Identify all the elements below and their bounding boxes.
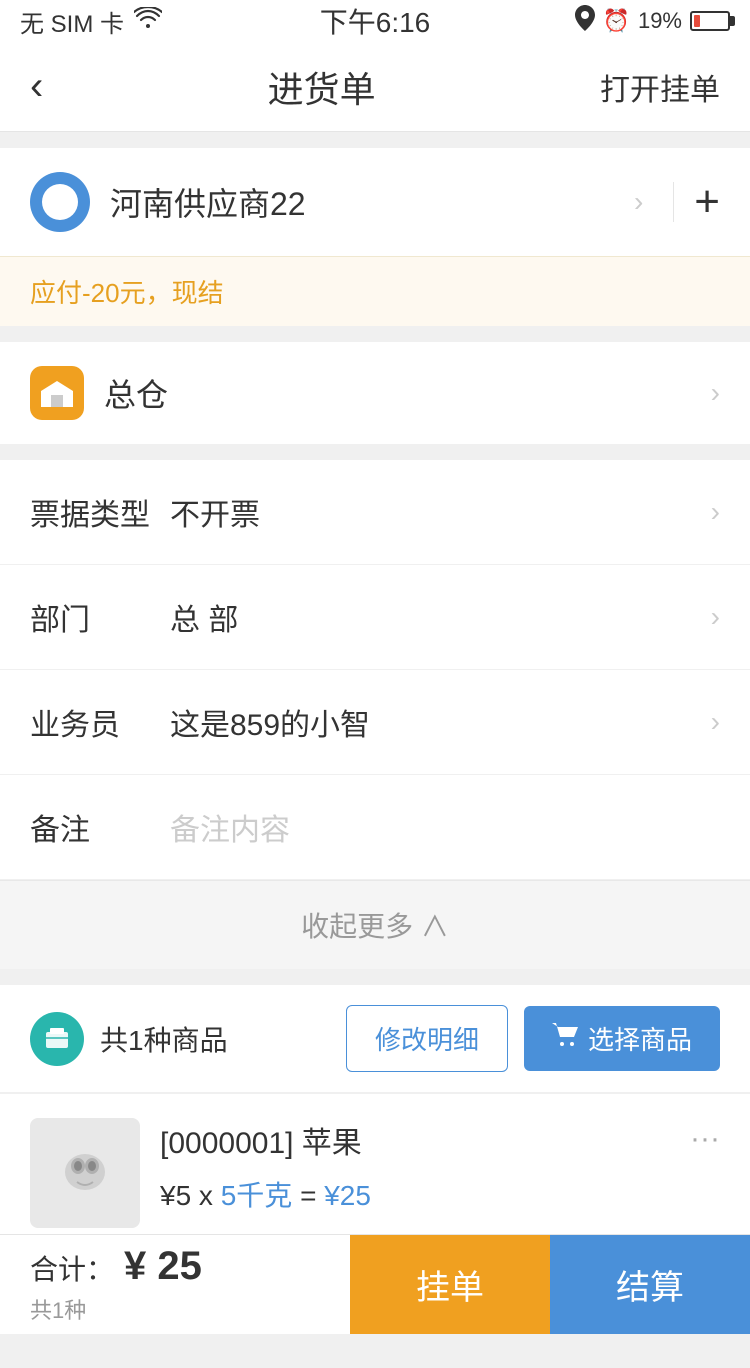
salesperson-row[interactable]: 业务员 这是859的小智 › [0,670,750,775]
product-price: ¥5 x 5千克 = ¥25 [160,1174,670,1214]
back-button[interactable]: ‹ [30,64,43,109]
supplier-section: 河南供应商22 › + 应付-20元，现结 [0,148,750,326]
remark-value: 备注内容 [170,805,720,849]
invoice-type-row[interactable]: 票据类型 不开票 › [0,460,750,565]
hang-button[interactable]: 挂单 [350,1235,550,1334]
collapse-label: 收起更多 ∧ [301,911,449,942]
footer-bar: 合计： ¥ 25 共1种 挂单 结算 [0,1234,750,1334]
warehouse-section: 总仓 › [0,342,750,444]
add-supplier-button[interactable]: + [694,177,720,227]
supplier-avatar [30,172,90,232]
info-banner-text: 应付-20元，现结 [30,278,224,308]
total-price: ¥25 [324,1180,371,1211]
status-time: 下午6:16 [320,1,431,41]
warehouse-name: 总仓 [104,370,711,416]
warehouse-icon [30,366,84,420]
product-icon [30,1012,84,1066]
hang-label: 挂单 [416,1260,484,1309]
info-banner: 应付-20元，现结 [0,256,750,326]
select-product-label: 选择商品 [588,1020,692,1057]
remark-row[interactable]: 备注 备注内容 [0,775,750,880]
battery-icon [690,11,730,31]
carrier-label: 无 SIM 卡 [20,4,124,39]
owl-icon [55,1138,115,1208]
supplier-divider [673,182,674,222]
products-section: 共1种商品 修改明细 选择商品 [000 [0,985,750,1252]
collapse-button[interactable]: 收起更多 ∧ [0,880,750,969]
status-right: ⏰ 19% [575,5,730,37]
checkout-label: 结算 [616,1260,684,1309]
wifi-icon [134,7,162,36]
department-row[interactable]: 部门 总 部 › [0,565,750,670]
page-title: 进货单 [268,61,376,113]
department-arrow-icon: › [711,601,720,633]
supplier-name: 河南供应商22 [110,179,634,225]
product-count: 共1种商品 [100,1019,346,1059]
product-info: [0000001] 苹果 ¥5 x 5千克 = ¥25 [160,1118,670,1214]
section-divider [0,132,750,148]
warehouse-arrow-icon: › [711,377,720,409]
invoice-type-value: 不开票 [170,490,711,534]
product-header: 共1种商品 修改明细 选择商品 [0,985,750,1093]
invoice-type-arrow-icon: › [711,496,720,528]
alarm-icon: ⏰ [603,8,630,34]
total-amount: ¥ 25 [124,1244,202,1289]
product-item: [0000001] 苹果 ¥5 x 5千克 = ¥25 ··· [0,1093,750,1252]
status-bar: 无 SIM 卡 下午6:16 ⏰ 19% [0,0,750,42]
cart-icon [552,1023,580,1054]
quantity: 5千克 [221,1180,293,1211]
battery-label: 19% [638,8,682,34]
salesperson-value: 这是859的小智 [170,700,711,744]
product-more-button[interactable]: ··· [670,1118,720,1156]
checkout-button[interactable]: 结算 [550,1235,750,1334]
status-left: 无 SIM 卡 [20,4,162,39]
department-value: 总 部 [170,595,711,639]
product-thumbnail [30,1118,140,1228]
supplier-arrow-icon: › [634,186,643,218]
salesperson-label: 业务员 [30,700,170,744]
select-product-button[interactable]: 选择商品 [524,1006,720,1071]
product-name: [0000001] 苹果 [160,1118,670,1162]
warehouse-row[interactable]: 总仓 › [0,342,750,444]
footer-total: 合计： ¥ 25 共1种 [0,1235,350,1334]
location-icon [575,5,595,37]
unit-price: ¥5 x [160,1180,221,1211]
edit-detail-button[interactable]: 修改明细 [346,1005,508,1072]
salesperson-arrow-icon: › [711,706,720,738]
invoice-type-label: 票据类型 [30,490,170,534]
total-sub: 共1种 [30,1293,320,1325]
total-label: 合计： [30,1248,114,1288]
supplier-row[interactable]: 河南供应商22 › + [0,148,750,256]
nav-bar: ‹ 进货单 打开挂单 [0,42,750,132]
product-code: [0000001] 苹果 [160,1127,362,1160]
department-label: 部门 [30,595,170,639]
open-pending-button[interactable]: 打开挂单 [600,65,720,109]
fields-section: 票据类型 不开票 › 部门 总 部 › 业务员 这是859的小智 › 备注 备注… [0,460,750,969]
price-equals: = [300,1180,324,1211]
remark-label: 备注 [30,805,170,849]
